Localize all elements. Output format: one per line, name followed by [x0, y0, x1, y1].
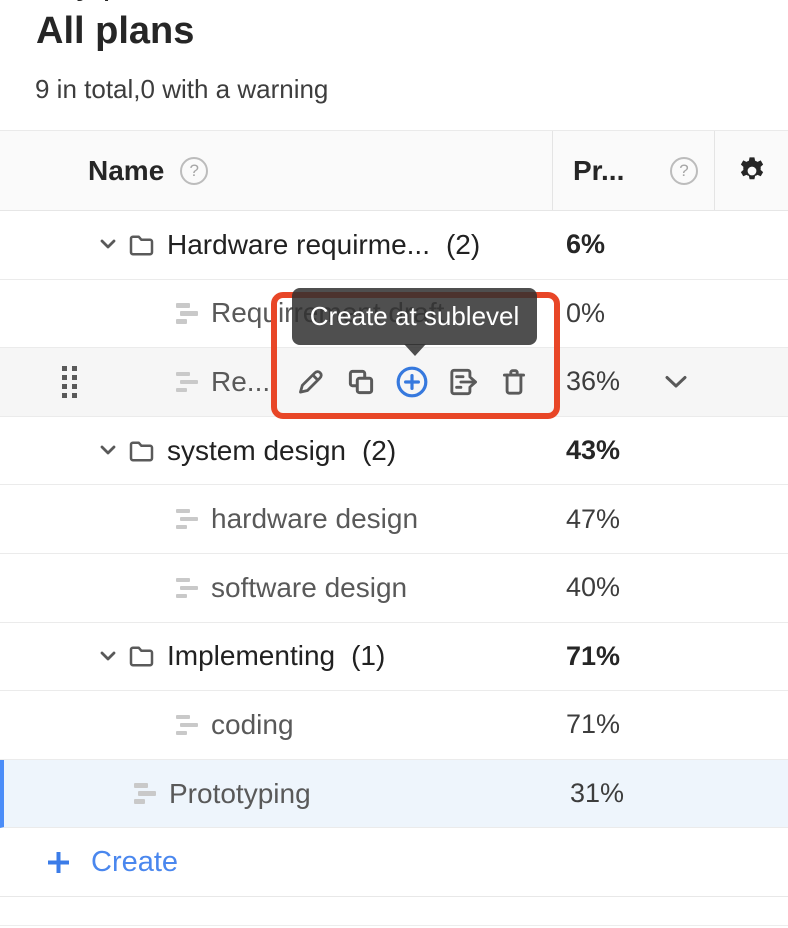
plus-icon: [46, 850, 71, 875]
row-progress-cell: 71%: [552, 623, 714, 691]
table-row[interactable]: Prototyping 31%: [0, 759, 788, 829]
cropped-top-text: My plans: [48, 0, 348, 6]
row-name-cell: Prototyping: [4, 778, 556, 810]
chevron-down-icon[interactable]: [100, 445, 116, 456]
row-name-cell: Hardware requirme... (2): [0, 229, 552, 261]
row-name-cell: hardware design: [0, 503, 552, 535]
duplicate-icon[interactable]: [344, 365, 378, 399]
table-row[interactable]: Implementing (1) 71%: [0, 622, 788, 692]
row-label: Re...: [211, 365, 271, 397]
row-label: Prototyping: [169, 777, 311, 809]
page-summary: 9 in total,0 with a warning: [35, 74, 329, 104]
row-label: hardware design: [211, 503, 419, 535]
edit-icon[interactable]: [293, 365, 327, 399]
table-row[interactable]: software design 40%: [0, 553, 788, 623]
column-header-settings: [714, 131, 788, 210]
progress-value: 0%: [566, 297, 606, 328]
tooltip-text: Create at sublevel: [309, 301, 520, 331]
chevron-down-icon[interactable]: [664, 375, 688, 389]
chevron-down-icon[interactable]: [100, 651, 116, 662]
row-label: software design: [211, 571, 408, 603]
row-actions-toolbar: [293, 365, 531, 399]
divider: [0, 925, 788, 926]
column-header-progress: Pr... ?: [552, 131, 714, 210]
row-name-cell: software design: [0, 572, 552, 604]
row-progress-cell: 43%: [552, 417, 714, 485]
column-header-progress-label: Pr...: [573, 154, 625, 186]
delete-icon[interactable]: [497, 365, 531, 399]
tooltip: Create at sublevel: [292, 288, 537, 356]
task-icon: [134, 783, 156, 804]
tooltip-arrow: [403, 344, 426, 356]
progress-value: 31%: [570, 778, 625, 809]
drag-handle-icon[interactable]: [62, 365, 77, 398]
row-label: Implementing: [167, 640, 336, 672]
row-count: (1): [351, 640, 386, 672]
row-progress-cell: 40%: [552, 554, 714, 622]
folder-icon: [128, 439, 155, 463]
folder-icon: [128, 644, 155, 668]
row-label: Hardware requirme...: [167, 228, 430, 260]
table-row[interactable]: Hardware requirme... (2) 6%: [0, 211, 788, 280]
progress-value: 36%: [566, 366, 621, 397]
create-at-sublevel-icon[interactable]: [395, 365, 429, 399]
task-icon: [176, 714, 198, 736]
row-label: system design: [167, 434, 346, 466]
table-row[interactable]: hardware design 47%: [0, 485, 788, 554]
progress-value: 71%: [566, 640, 621, 671]
row-name-cell: system design (2): [0, 435, 552, 467]
progress-value: 47%: [566, 503, 621, 534]
progress-value: 71%: [566, 709, 621, 740]
row-progress-cell: 47%: [552, 485, 714, 553]
column-header-name: Name ?: [0, 131, 552, 210]
row-name-cell: Implementing (1): [0, 640, 552, 672]
task-icon: [176, 303, 198, 324]
row-name-cell: Re...: [0, 365, 552, 399]
chevron-down-icon[interactable]: [100, 239, 116, 250]
table-header: Name ? Pr... ?: [0, 130, 788, 211]
help-icon[interactable]: ?: [670, 156, 698, 185]
table-row[interactable]: system design (2) 43%: [0, 416, 788, 486]
help-icon[interactable]: ?: [180, 156, 209, 185]
folder-icon: [128, 233, 155, 257]
create-button[interactable]: Create: [0, 828, 788, 897]
task-icon: [176, 508, 198, 530]
row-progress-cell: 36%: [552, 348, 714, 416]
row-progress-cell: 6%: [552, 211, 714, 279]
row-name-cell: coding: [0, 709, 552, 741]
page-title: All plans: [36, 10, 195, 52]
row-label: coding: [211, 708, 294, 740]
row-progress-cell: 71%: [552, 691, 714, 759]
create-button-label: Create: [91, 845, 179, 878]
export-icon[interactable]: [446, 365, 480, 399]
row-progress-cell: 0%: [552, 280, 714, 348]
gear-icon[interactable]: [736, 155, 768, 187]
row-count: (2): [445, 228, 481, 260]
progress-value: 6%: [566, 229, 606, 260]
progress-value: 43%: [566, 435, 621, 466]
progress-value: 40%: [566, 572, 621, 603]
table-row[interactable]: coding 71%: [0, 691, 788, 760]
row-count: (2): [361, 434, 397, 466]
task-icon: [176, 577, 198, 599]
table-row[interactable]: Re... 36%: [0, 348, 788, 417]
task-icon: [176, 371, 198, 393]
row-progress-cell: 31%: [556, 760, 718, 828]
column-header-name-label: Name: [88, 154, 165, 186]
